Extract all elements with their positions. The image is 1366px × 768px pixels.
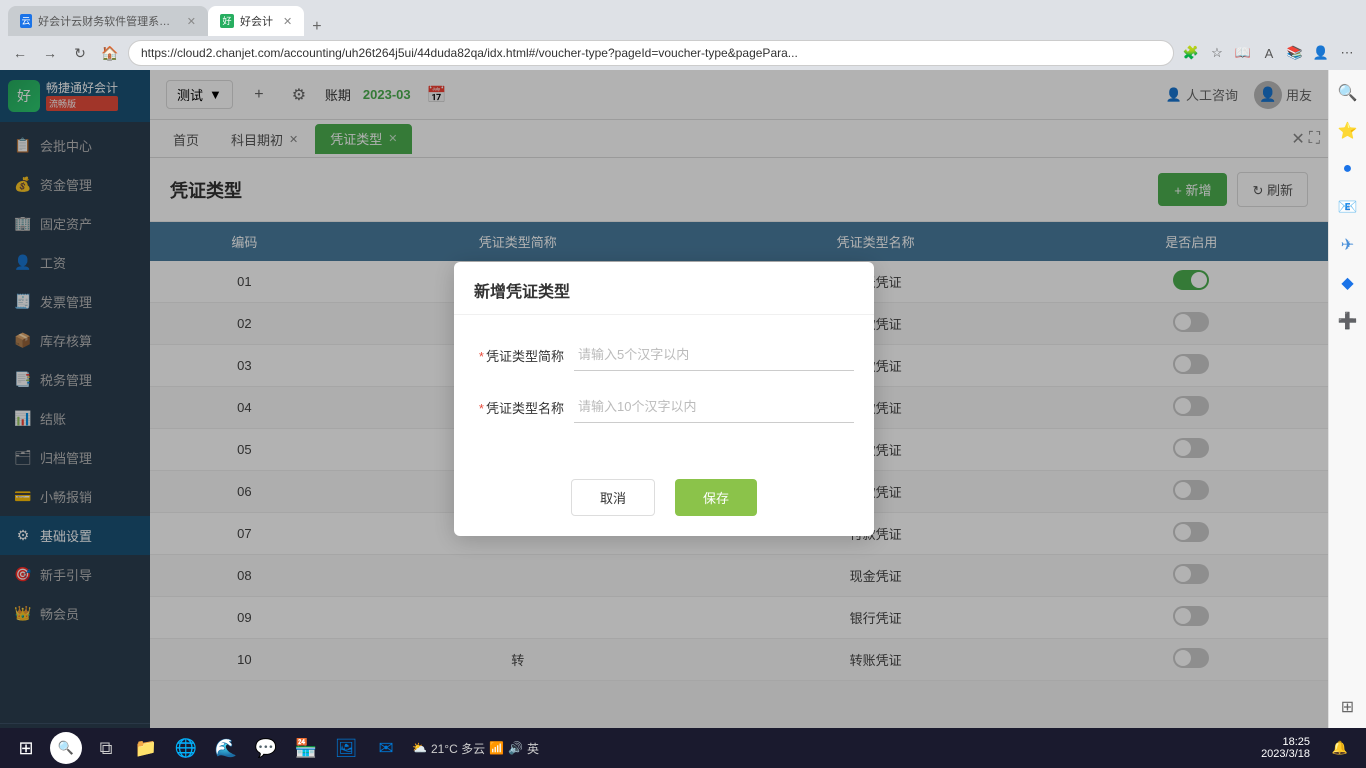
browser-chrome: 云 好会计云财务软件管理系统_会计 ✕ 好 好会计 ✕ + ← → ↻ 🏠 🧩 … [0, 0, 1366, 70]
home-button[interactable]: 🏠 [98, 41, 122, 65]
browser-tab-1[interactable]: 云 好会计云财务软件管理系统_会计 ✕ [8, 6, 208, 36]
right-sidebar: 🔍 ⭐ ● 📧 ✈ ◆ ➕ ⊞ ⚙ [1328, 70, 1366, 768]
browser-tab-2[interactable]: 好 好会计 ✕ [208, 6, 304, 36]
folder-icon: 📁 [135, 738, 157, 759]
address-input[interactable] [128, 40, 1174, 66]
modal-footer: 取消 保存 [454, 467, 874, 536]
reload-button[interactable]: ↻ [68, 41, 92, 65]
language-label: 英 [527, 740, 539, 757]
cancel-button[interactable]: 取消 [571, 479, 655, 516]
network-icon: 📶 [489, 741, 504, 755]
back-button[interactable]: ← [8, 41, 32, 65]
tab1-favicon: 云 [20, 14, 32, 28]
wechat-icon: 💬 [255, 738, 277, 759]
chrome-button[interactable]: 🌐 [168, 731, 204, 765]
profile-button[interactable]: 👤 [1310, 42, 1332, 64]
task-view-button[interactable]: ⧉ [88, 731, 124, 765]
file-explorer-button[interactable]: 📁 [128, 731, 164, 765]
new-voucher-type-modal: 新增凭证类型 *凭证类型简称 *凭证类型名称 取消 保存 [454, 262, 874, 536]
right-star-button[interactable]: ⭐ [1333, 116, 1363, 146]
menu-button[interactable]: ⋯ [1336, 42, 1358, 64]
right-add-button[interactable]: ➕ [1333, 306, 1363, 336]
sys-tray: ⛅ 21°C 多云 📶 🔊 英 [408, 740, 543, 757]
form-row-abbr: *凭证类型简称 [474, 339, 854, 371]
wechat-button[interactable]: 💬 [248, 731, 284, 765]
search-button[interactable]: 🔍 [48, 731, 84, 765]
right-mail-button[interactable]: 📧 [1333, 192, 1363, 222]
chrome-icon: 🌐 [175, 738, 197, 759]
mail-button[interactable]: ✉ [368, 731, 404, 765]
photos-icon: 🖼 [335, 738, 358, 759]
task-view-icon: ⧉ [100, 738, 113, 759]
search-circle: 🔍 [50, 732, 82, 764]
notifications-button[interactable]: 🔔 [1322, 731, 1358, 765]
right-diamond-button[interactable]: ◆ [1333, 268, 1363, 298]
form-label-abbr: *凭证类型简称 [474, 346, 564, 365]
abbr-required-marker: * [479, 349, 484, 364]
tab1-title: 好会计云财务软件管理系统_会计 [38, 13, 177, 29]
modal-title: 新增凭证类型 [474, 284, 570, 301]
forward-button[interactable]: → [38, 41, 62, 65]
voucher-name-input[interactable] [574, 391, 854, 423]
right-search-button[interactable]: 🔍 [1333, 78, 1363, 108]
modal-header: 新增凭证类型 [454, 262, 874, 315]
right-circle-button[interactable]: ● [1333, 154, 1363, 184]
reading-mode-button[interactable]: 📖 [1232, 42, 1254, 64]
edge-button[interactable]: 🌊 [208, 731, 244, 765]
temperature-label: 21°C 多云 [431, 740, 485, 757]
taskbar-date-display: 2023/3/18 [1261, 748, 1310, 760]
translate-button[interactable]: A [1258, 42, 1280, 64]
taskbar-clock: 18:25 2023/3/18 [1261, 736, 1318, 760]
modal-overlay: 新增凭证类型 *凭证类型简称 *凭证类型名称 取消 保存 [0, 70, 1328, 728]
sound-icon: 🔊 [508, 741, 523, 755]
form-row-name: *凭证类型名称 [474, 391, 854, 423]
voucher-abbr-input[interactable] [574, 339, 854, 371]
tab1-close[interactable]: ✕ [187, 15, 196, 28]
save-button[interactable]: 保存 [675, 479, 757, 516]
appstore-button[interactable]: 🏪 [288, 731, 324, 765]
modal-body: *凭证类型简称 *凭证类型名称 [454, 315, 874, 467]
address-bar: ← → ↻ 🏠 🧩 ☆ 📖 A 📚 👤 ⋯ [0, 36, 1366, 70]
appstore-icon: 🏪 [295, 738, 317, 759]
start-button[interactable]: ⊞ [8, 731, 44, 765]
taskbar: ⊞ 🔍 ⧉ 📁 🌐 🌊 💬 🏪 🖼 ✉ ⛅ 21°C 多云 📶 🔊 英 18:2… [0, 728, 1366, 768]
tab-bar: 云 好会计云财务软件管理系统_会计 ✕ 好 好会计 ✕ + [0, 0, 1366, 36]
browser-actions: 🧩 ☆ 📖 A 📚 👤 ⋯ [1180, 42, 1358, 64]
right-grid-button[interactable]: ⊞ [1333, 692, 1363, 722]
right-send-button[interactable]: ✈ [1333, 230, 1363, 260]
mail-icon: ✉ [378, 738, 393, 759]
name-required-marker: * [479, 401, 484, 416]
taskbar-time-display: 18:25 [1261, 736, 1310, 748]
photos-button[interactable]: 🖼 [328, 731, 364, 765]
edge-icon: 🌊 [215, 738, 237, 759]
new-tab-button[interactable]: + [308, 18, 325, 36]
tab2-favicon: 好 [220, 14, 234, 28]
extensions-button[interactable]: 🧩 [1180, 42, 1202, 64]
form-label-name: *凭证类型名称 [474, 398, 564, 417]
tab2-title: 好会计 [240, 13, 273, 29]
windows-icon: ⊞ [18, 738, 33, 759]
tab2-close[interactable]: ✕ [283, 15, 292, 28]
notifications-icon: 🔔 [1332, 740, 1348, 756]
star-button[interactable]: ☆ [1206, 42, 1228, 64]
collections-button[interactable]: 📚 [1284, 42, 1306, 64]
weather-icon: ⛅ [412, 741, 427, 755]
